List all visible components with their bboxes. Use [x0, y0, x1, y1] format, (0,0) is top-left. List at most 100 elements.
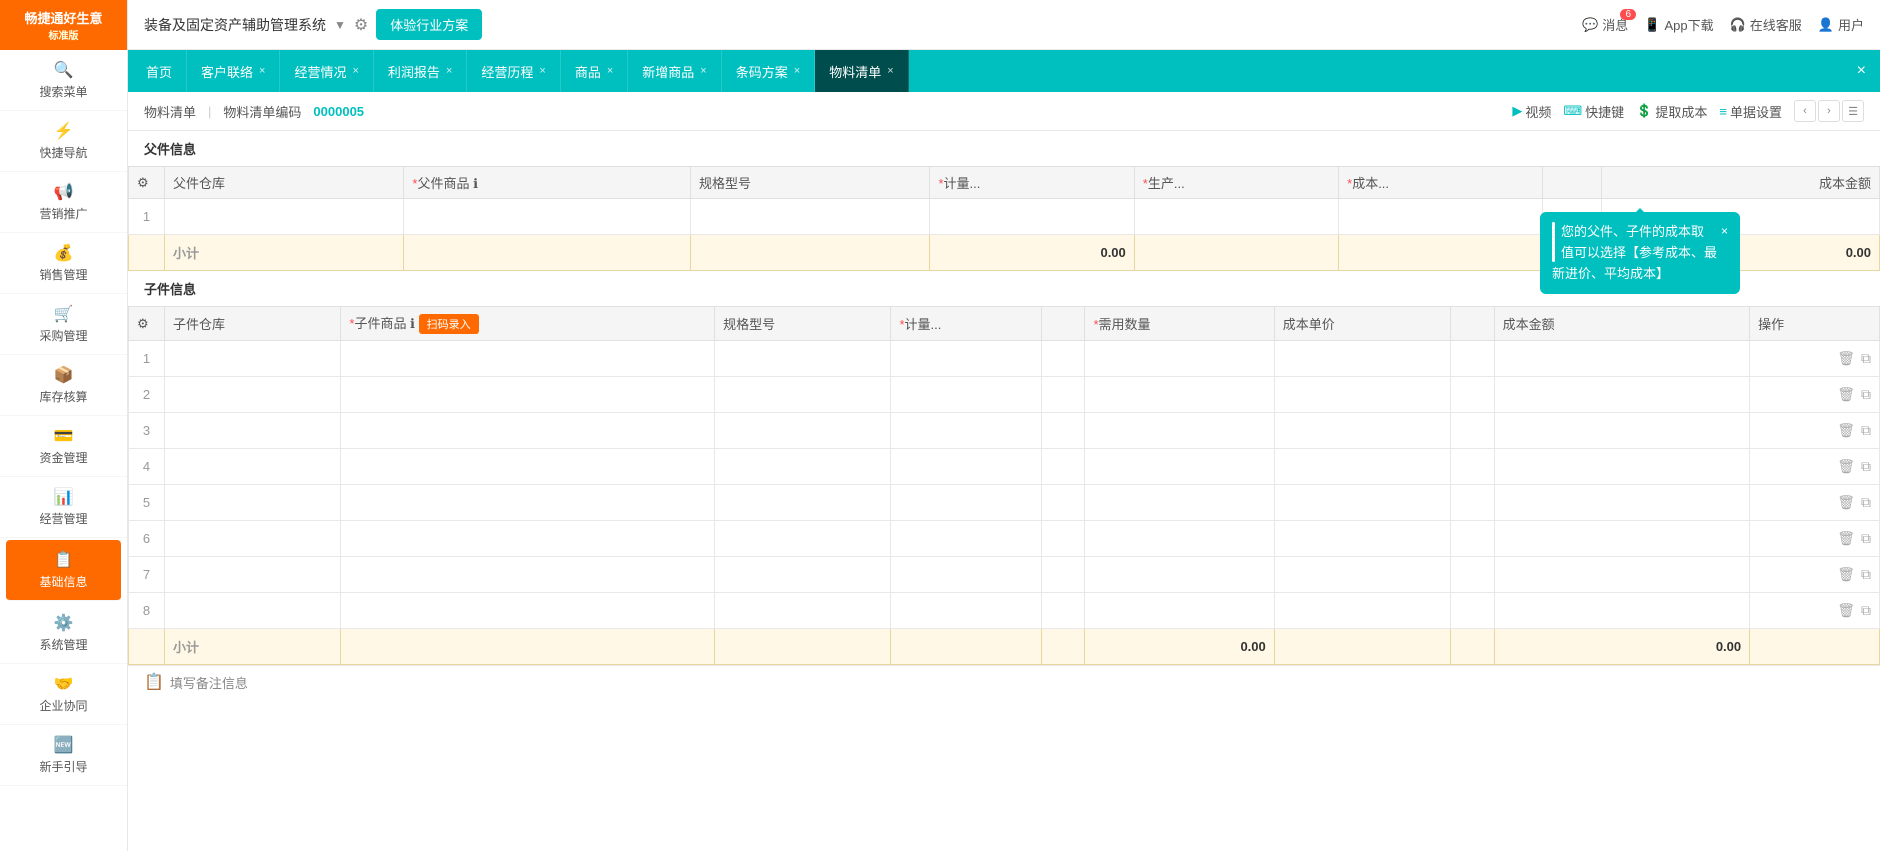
child-row-8-warehouse[interactable]: [165, 593, 341, 629]
shortcut-action[interactable]: ⌨ 快捷键: [1563, 102, 1624, 121]
sidebar-item-guide[interactable]: 🆕 新手引导: [0, 725, 127, 786]
child-row-3-unit-cost[interactable]: [1274, 413, 1450, 449]
parent-row-1-produce[interactable]: [1134, 199, 1338, 235]
child-row-7-goods[interactable]: [341, 557, 715, 593]
tab-history-close-icon[interactable]: ×: [539, 65, 545, 77]
parent-row-1-warehouse[interactable]: [165, 199, 404, 235]
child-row-6-quantity[interactable]: [1085, 521, 1274, 557]
child-row-1-unit-cost[interactable]: [1274, 341, 1450, 377]
child-row-8-unit[interactable]: [891, 593, 1042, 629]
tab-goods-close-icon[interactable]: ×: [607, 65, 613, 77]
child-row-2-unit[interactable]: [891, 377, 1042, 413]
child-row-8-unit-cost[interactable]: [1274, 593, 1450, 629]
child-row-1-warehouse[interactable]: [165, 341, 341, 377]
sidebar-item-finance[interactable]: 💳 资金管理: [0, 416, 127, 477]
child-row-2-unit-cost[interactable]: [1274, 377, 1450, 413]
tab-barcode[interactable]: 条码方案 ×: [722, 50, 815, 92]
child-row-4-goods[interactable]: [341, 449, 715, 485]
child-row-7-quantity[interactable]: [1085, 557, 1274, 593]
child-row-1-unit[interactable]: [891, 341, 1042, 377]
child-row-2-goods[interactable]: [341, 377, 715, 413]
view-action[interactable]: ▶ 视频: [1512, 102, 1551, 121]
delete-icon-2[interactable]: 🗑: [1837, 386, 1855, 403]
child-row-5-spec[interactable]: [715, 485, 891, 521]
sidebar-item-system[interactable]: ⚙️ 系统管理: [0, 603, 127, 664]
cost-action[interactable]: 💲 提取成本: [1636, 102, 1707, 121]
copy-icon-7[interactable]: ⧉: [1861, 566, 1871, 583]
sidebar-item-search[interactable]: 🔍 搜索菜单: [0, 50, 127, 111]
sidebar-item-purchase[interactable]: 🛒 采购管理: [0, 294, 127, 355]
child-row-6-warehouse[interactable]: [165, 521, 341, 557]
sidebar-item-enterprise[interactable]: 🤝 企业协同: [0, 664, 127, 725]
next-arrow[interactable]: ›: [1818, 100, 1840, 122]
child-row-5-unit[interactable]: [891, 485, 1042, 521]
parent-col-gear[interactable]: ⚙: [129, 167, 165, 199]
child-row-5-warehouse[interactable]: [165, 485, 341, 521]
child-row-3-goods[interactable]: [341, 413, 715, 449]
child-row-5-goods[interactable]: [341, 485, 715, 521]
copy-icon-4[interactable]: ⧉: [1861, 458, 1871, 475]
child-row-2-quantity[interactable]: [1085, 377, 1274, 413]
sidebar-item-sales[interactable]: 💰 销售管理: [0, 233, 127, 294]
tabbar-close-button[interactable]: ×: [1847, 62, 1876, 80]
child-row-3-unit[interactable]: [891, 413, 1042, 449]
tab-profit-close-icon[interactable]: ×: [446, 65, 452, 77]
child-row-1-spec[interactable]: [715, 341, 891, 377]
child-row-6-unit-cost[interactable]: [1274, 521, 1450, 557]
copy-icon-1[interactable]: ⧉: [1861, 350, 1871, 367]
child-row-2-spec[interactable]: [715, 377, 891, 413]
copy-icon-5[interactable]: ⧉: [1861, 494, 1871, 511]
parent-row-1-spec[interactable]: [691, 199, 930, 235]
tab-home[interactable]: 首页: [132, 50, 187, 92]
copy-icon-8[interactable]: ⧉: [1861, 602, 1871, 619]
parent-row-1-unit[interactable]: [930, 199, 1134, 235]
child-row-6-goods[interactable]: [341, 521, 715, 557]
tab-operation-close-icon[interactable]: ×: [352, 65, 358, 77]
child-row-8-quantity[interactable]: [1085, 593, 1274, 629]
child-row-2-warehouse[interactable]: [165, 377, 341, 413]
child-row-7-unit[interactable]: [891, 557, 1042, 593]
child-row-5-unit-cost[interactable]: [1274, 485, 1450, 521]
copy-icon-6[interactable]: ⧉: [1861, 530, 1871, 547]
sidebar-item-operation-mgmt[interactable]: 📊 经营管理: [0, 477, 127, 538]
child-row-6-spec[interactable]: [715, 521, 891, 557]
delete-icon-1[interactable]: 🗑: [1837, 350, 1855, 367]
tab-goods[interactable]: 商品 ×: [561, 50, 628, 92]
delete-icon-3[interactable]: 🗑: [1837, 422, 1855, 439]
gear-icon[interactable]: ⚙: [354, 15, 368, 35]
child-row-4-warehouse[interactable]: [165, 449, 341, 485]
delete-icon-5[interactable]: 🗑: [1837, 494, 1855, 511]
parent-row-1-goods[interactable]: [404, 199, 691, 235]
child-row-4-unit[interactable]: [891, 449, 1042, 485]
menu-arrow[interactable]: ☰: [1842, 100, 1864, 122]
sidebar-item-inventory[interactable]: 📦 库存核算: [0, 355, 127, 416]
app-download-button[interactable]: 📱 App下载: [1644, 15, 1713, 34]
prev-arrow[interactable]: ‹: [1794, 100, 1816, 122]
child-row-4-spec[interactable]: [715, 449, 891, 485]
online-service-button[interactable]: 🎧 在线客服: [1730, 15, 1802, 34]
dropdown-arrow-icon[interactable]: ▼: [334, 18, 346, 32]
parent-row-1-cost[interactable]: [1339, 199, 1543, 235]
scan-button[interactable]: 扫码录入: [419, 314, 479, 334]
child-row-5-quantity[interactable]: [1085, 485, 1274, 521]
tab-bom-close-icon[interactable]: ×: [887, 65, 893, 77]
sidebar-item-marketing[interactable]: 📢 营销推广: [0, 172, 127, 233]
child-row-7-spec[interactable]: [715, 557, 891, 593]
copy-icon-3[interactable]: ⧉: [1861, 422, 1871, 439]
tab-barcode-close-icon[interactable]: ×: [794, 65, 800, 77]
child-row-3-quantity[interactable]: [1085, 413, 1274, 449]
tab-operation[interactable]: 经营情况 ×: [280, 50, 373, 92]
delete-icon-6[interactable]: 🗑: [1837, 530, 1855, 547]
user-avatar[interactable]: 👤 用户: [1818, 15, 1864, 34]
tab-new-goods[interactable]: 新增商品 ×: [628, 50, 721, 92]
tab-history[interactable]: 经营历程 ×: [467, 50, 560, 92]
child-row-1-goods[interactable]: [341, 341, 715, 377]
child-row-6-unit[interactable]: [891, 521, 1042, 557]
delete-icon-7[interactable]: 🗑: [1837, 566, 1855, 583]
delete-icon-4[interactable]: 🗑: [1837, 458, 1855, 475]
child-row-8-goods[interactable]: [341, 593, 715, 629]
child-row-4-quantity[interactable]: [1085, 449, 1274, 485]
child-row-7-unit-cost[interactable]: [1274, 557, 1450, 593]
child-col-gear[interactable]: ⚙: [129, 307, 165, 341]
tab-customer[interactable]: 客户联络 ×: [187, 50, 280, 92]
